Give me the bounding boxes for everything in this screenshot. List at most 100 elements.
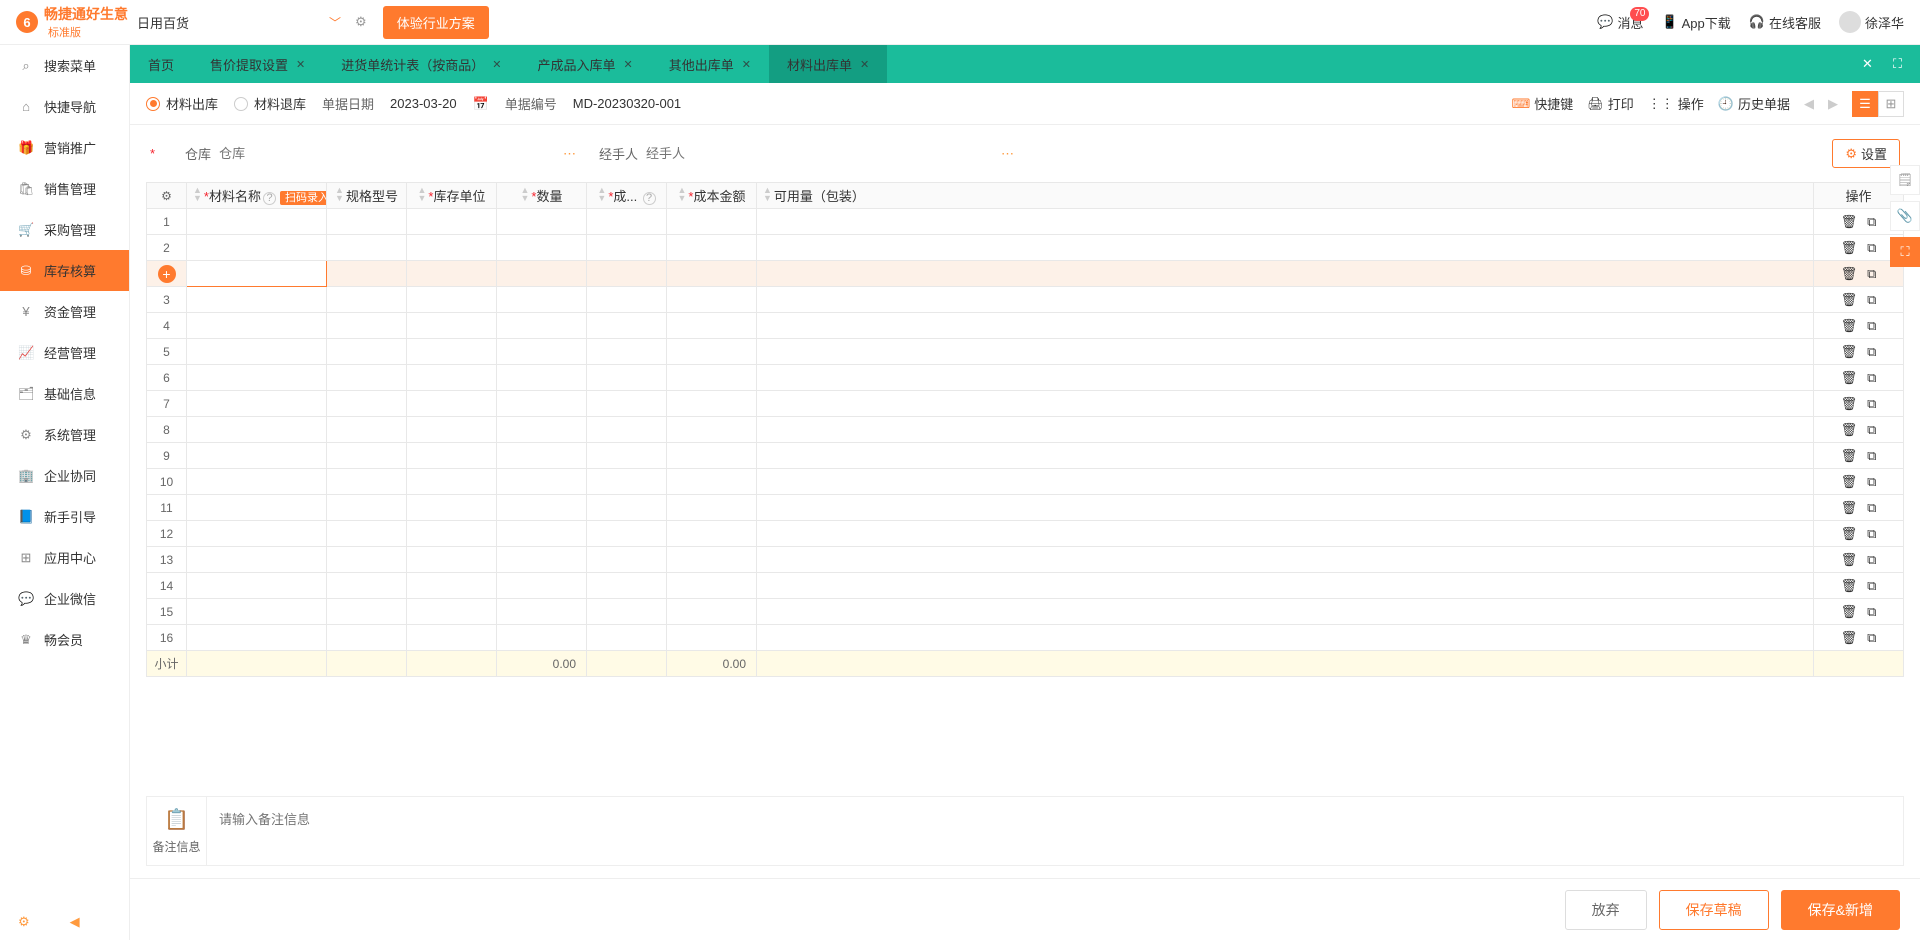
sidebar-item-6[interactable]: ¥资金管理	[0, 291, 129, 332]
ops-link[interactable]: ⋮⋮ 操作	[1648, 94, 1704, 113]
radio-material-out[interactable]: 材料出库	[146, 94, 218, 113]
table-row[interactable]: 5🗑⧉	[147, 339, 1904, 365]
category-dropdown[interactable]: 日用百货 ﹀	[137, 13, 341, 32]
copy-icon[interactable]: ⧉	[1867, 448, 1876, 464]
sidebar-item-8[interactable]: 🗂基础信息	[0, 373, 129, 414]
user-menu[interactable]: 徐泽华	[1839, 11, 1904, 33]
table-row[interactable]: 3🗑⧉	[147, 287, 1904, 313]
delete-icon[interactable]: 🗑	[1841, 552, 1858, 568]
warehouse-input[interactable]	[217, 142, 580, 166]
copy-icon[interactable]: ⧉	[1867, 318, 1876, 334]
radio-material-return[interactable]: 材料退库	[234, 94, 306, 113]
tab-close-icon[interactable]: ✕	[492, 58, 501, 71]
table-row[interactable]: 16🗑⧉	[147, 625, 1904, 651]
add-row-button[interactable]: +	[158, 265, 176, 283]
messages-link[interactable]: 💬 消息 70	[1597, 13, 1643, 32]
sidebar-item-3[interactable]: 🛍销售管理	[0, 168, 129, 209]
save-new-button[interactable]: 保存&新增	[1781, 890, 1900, 930]
copy-icon[interactable]: ⧉	[1867, 344, 1876, 360]
next-doc-icon[interactable]: ▶	[1828, 96, 1838, 112]
delete-icon[interactable]: 🗑	[1841, 214, 1858, 230]
sidebar-item-9[interactable]: ⚙系统管理	[0, 414, 129, 455]
handler-input[interactable]	[644, 142, 1018, 166]
calendar-icon[interactable]: 📅	[473, 96, 489, 112]
active-cell[interactable]	[187, 261, 327, 287]
sidebar-item-5[interactable]: ⛁库存核算	[0, 250, 129, 291]
delete-icon[interactable]: 🗑	[1841, 240, 1858, 256]
delete-icon[interactable]: 🗑	[1841, 292, 1858, 308]
remarks-input[interactable]	[207, 797, 1903, 865]
copy-icon[interactable]: ⧉	[1867, 266, 1876, 282]
table-row[interactable]: 4🗑⧉	[147, 313, 1904, 339]
delete-icon[interactable]: 🗑	[1841, 526, 1858, 542]
delete-icon[interactable]: 🗑	[1841, 396, 1858, 412]
date-value[interactable]: 2023-03-20	[390, 96, 457, 111]
col-spec[interactable]: ▲▼规格型号	[327, 183, 407, 209]
delete-icon[interactable]: 🗑	[1841, 578, 1858, 594]
handler-more-icon[interactable]: ⋯	[1001, 146, 1014, 162]
table-row[interactable]: 13🗑⧉	[147, 547, 1904, 573]
rail-attach-icon[interactable]: 📎	[1890, 201, 1920, 231]
copy-icon[interactable]: ⧉	[1867, 396, 1876, 412]
delete-icon[interactable]: 🗑	[1841, 422, 1858, 438]
sidebar-item-1[interactable]: ⌂快捷导航	[0, 86, 129, 127]
copy-icon[interactable]: ⧉	[1867, 214, 1876, 230]
sidebar-item-2[interactable]: 🎁营销推广	[0, 127, 129, 168]
tab-close-icon[interactable]: ✕	[296, 58, 305, 71]
delete-icon[interactable]: 🗑	[1841, 318, 1858, 334]
tab-4[interactable]: 其他出库单✕	[651, 45, 769, 83]
col-cost[interactable]: ▲▼*成... ?	[587, 183, 667, 209]
col-cost-amt[interactable]: ▲▼*成本金额	[667, 183, 757, 209]
warehouse-more-icon[interactable]: ⋯	[563, 146, 576, 162]
tab-3[interactable]: 产成品入库单✕	[519, 45, 650, 83]
table-row[interactable]: 12🗑⧉	[147, 521, 1904, 547]
table-row[interactable]: 9🗑⧉	[147, 443, 1904, 469]
table-row[interactable]: 10🗑⧉	[147, 469, 1904, 495]
table-row[interactable]: 7🗑⧉	[147, 391, 1904, 417]
rail-expand-icon[interactable]: ⛶	[1890, 237, 1920, 267]
delete-icon[interactable]: 🗑	[1841, 266, 1858, 282]
try-industry-button[interactable]: 体验行业方案	[383, 6, 489, 39]
gear-icon[interactable]: ⚙	[355, 14, 367, 30]
tab-2[interactable]: 进货单统计表（按商品）✕	[323, 45, 519, 83]
tab-1[interactable]: 售价提取设置✕	[192, 45, 323, 83]
online-service-link[interactable]: 🎧 在线客服	[1749, 13, 1821, 32]
copy-icon[interactable]: ⧉	[1867, 552, 1876, 568]
delete-icon[interactable]: 🗑	[1841, 500, 1858, 516]
sidebar-item-10[interactable]: 🏢企业协同	[0, 455, 129, 496]
table-row[interactable]: 14🗑⧉	[147, 573, 1904, 599]
col-qty[interactable]: ▲▼*数量	[497, 183, 587, 209]
tab-close-icon[interactable]: ✕	[624, 58, 633, 71]
sidebar-settings-icon[interactable]: ⚙	[18, 914, 30, 930]
tab-expand-button[interactable]: ⛶	[1883, 48, 1912, 80]
sidebar-collapse-icon[interactable]: ◀	[70, 914, 80, 930]
sidebar-item-14[interactable]: ♛畅会员	[0, 619, 129, 660]
delete-icon[interactable]: 🗑	[1841, 474, 1858, 490]
sidebar-item-13[interactable]: 💬企业微信	[0, 578, 129, 619]
prev-doc-icon[interactable]: ◀	[1804, 96, 1814, 112]
view-card-button[interactable]: ⊞	[1878, 91, 1904, 117]
copy-icon[interactable]: ⧉	[1867, 292, 1876, 308]
delete-icon[interactable]: 🗑	[1841, 604, 1858, 620]
delete-icon[interactable]: 🗑	[1841, 448, 1858, 464]
delete-icon[interactable]: 🗑	[1841, 630, 1858, 646]
table-row[interactable]: 6🗑⧉	[147, 365, 1904, 391]
tab-close-button[interactable]: ✕	[1852, 48, 1883, 80]
col-material[interactable]: ▲▼*材料名称?扫码录入	[187, 183, 327, 209]
help-icon[interactable]: ?	[643, 192, 656, 205]
table-row[interactable]: 11🗑⧉	[147, 495, 1904, 521]
delete-icon[interactable]: 🗑	[1841, 344, 1858, 360]
delete-icon[interactable]: 🗑	[1841, 370, 1858, 386]
copy-icon[interactable]: ⧉	[1867, 422, 1876, 438]
help-icon[interactable]: ?	[263, 192, 276, 205]
table-row[interactable]: 8🗑⧉	[147, 417, 1904, 443]
copy-icon[interactable]: ⧉	[1867, 526, 1876, 542]
print-link[interactable]: 🖨 打印	[1587, 94, 1634, 113]
app-download-link[interactable]: 📱 App下载	[1661, 13, 1730, 32]
sidebar-item-0[interactable]: ⌕搜索菜单	[0, 45, 129, 86]
settings-button[interactable]: ⚙ 设置	[1832, 139, 1900, 168]
scan-tag[interactable]: 扫码录入	[280, 191, 327, 205]
sidebar-item-4[interactable]: 🛒采购管理	[0, 209, 129, 250]
shortcut-link[interactable]: ⌨ 快捷键	[1511, 94, 1573, 113]
sidebar-item-11[interactable]: 📘新手引导	[0, 496, 129, 537]
